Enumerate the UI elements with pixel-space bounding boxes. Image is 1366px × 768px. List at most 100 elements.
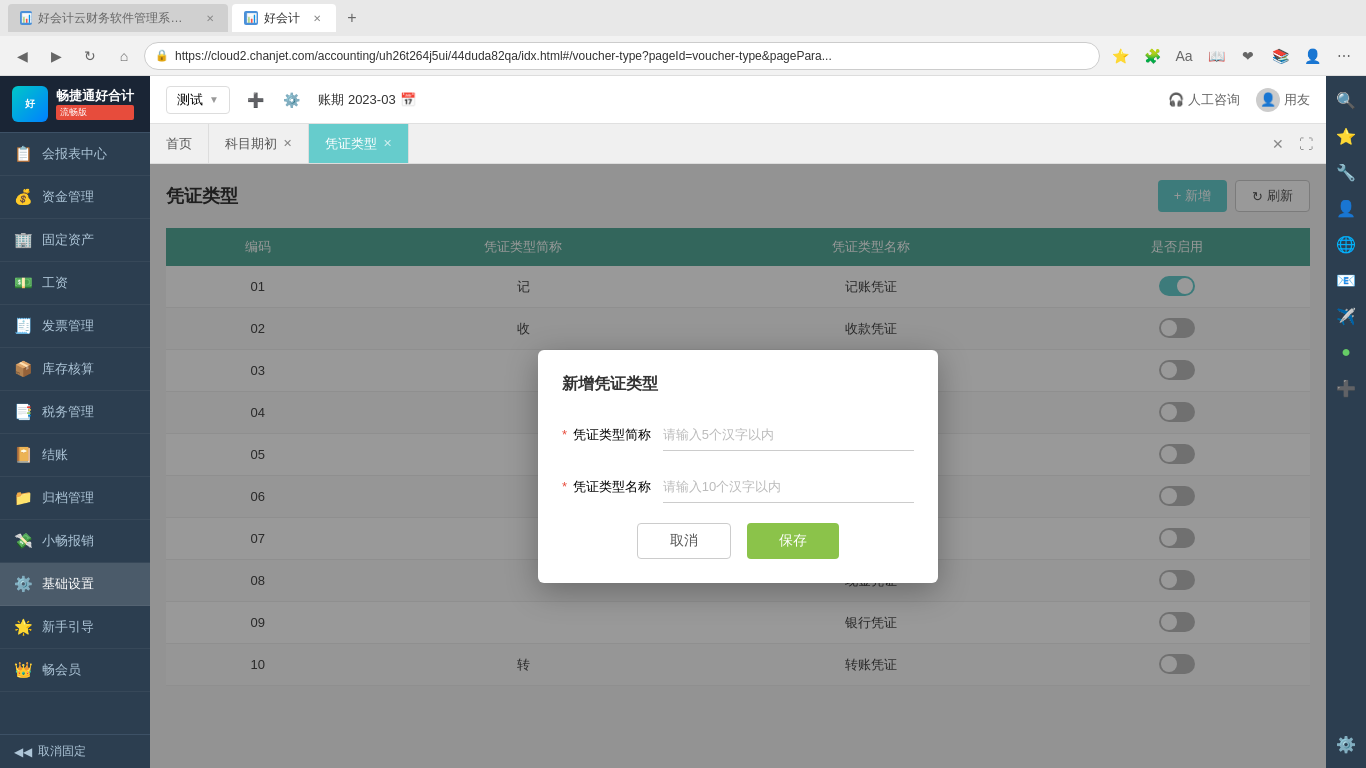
sidebar-item-guide[interactable]: 🌟 新手引导 — [0, 606, 150, 649]
right-green-icon[interactable]: ● — [1330, 336, 1362, 368]
dashboard-icon: 📋 — [14, 145, 32, 163]
sidebar-item-tax[interactable]: 📑 税务管理 — [0, 391, 150, 434]
page-content: 凭证类型 + 新增 ↻ 刷新 编码 凭证类型简称 凭证类型名称 是否启用 — [150, 164, 1326, 768]
sidebar-label-salary: 工资 — [42, 274, 68, 292]
forward-button[interactable]: ▶ — [42, 42, 70, 70]
abbr-label: * 凭证类型简称 — [562, 426, 651, 444]
sidebar-item-salary[interactable]: 💵 工资 — [0, 262, 150, 305]
sidebar-item-dashboard[interactable]: 📋 会报表中心 — [0, 133, 150, 176]
sidebar-label-guide: 新手引导 — [42, 618, 94, 636]
home-button[interactable]: ⌂ — [110, 42, 138, 70]
sidebar-label-dashboard: 会报表中心 — [42, 145, 107, 163]
name-required-star: * — [562, 479, 567, 494]
tab-icon-2: 📊 — [244, 11, 258, 25]
abbr-required-star: * — [562, 427, 567, 442]
archive-icon: 📁 — [14, 489, 32, 507]
sidebar-label-invoice: 发票管理 — [42, 317, 94, 335]
sidebar-item-inventory[interactable]: 📦 库存核算 — [0, 348, 150, 391]
salary-icon: 💵 — [14, 274, 32, 292]
more-icon[interactable]: ⋯ — [1330, 42, 1358, 70]
tax-icon: 📑 — [14, 403, 32, 421]
sidebar-item-assets[interactable]: 🏢 固定资产 — [0, 219, 150, 262]
browser-tab-1[interactable]: 📊 好会计云财务软件管理系统_会计 ✕ — [8, 4, 228, 32]
company-arrow-icon: ▼ — [209, 94, 219, 105]
tab-expand-actions: ✕ ⛶ — [1258, 132, 1326, 156]
right-user-icon[interactable]: 👤 — [1330, 192, 1362, 224]
sidebar-item-archive[interactable]: 📁 归档管理 — [0, 477, 150, 520]
right-search-icon[interactable]: 🔍 — [1330, 84, 1362, 116]
extension-icon[interactable]: 🧩 — [1138, 42, 1166, 70]
member-icon: 👑 — [14, 661, 32, 679]
tab-subject-close[interactable]: ✕ — [283, 137, 292, 150]
sidebar-label-assets: 固定资产 — [42, 231, 94, 249]
settings-icon: ⚙️ — [14, 575, 32, 593]
add-company-button[interactable]: ➕ — [242, 86, 270, 114]
period-value: 2023-03 — [348, 92, 396, 107]
modal-title: 新增凭证类型 — [562, 374, 914, 395]
modal-overlay: 新增凭证类型 * 凭证类型简称 * 凭证类型名称 — [150, 164, 1326, 768]
tab-bar: 📊 好会计云财务软件管理系统_会计 ✕ 📊 好会计 ✕ + — [0, 0, 1366, 36]
abbr-input[interactable] — [663, 419, 914, 451]
collections-icon[interactable]: 📚 — [1266, 42, 1294, 70]
sidebar-item-finance[interactable]: 💰 资金管理 — [0, 176, 150, 219]
logo-icon: 好 — [12, 86, 48, 122]
tab-subject[interactable]: 科目期初 ✕ — [209, 124, 309, 164]
browser-chrome: 📊 好会计云财务软件管理系统_会计 ✕ 📊 好会计 ✕ + ◀ ▶ ↻ ⌂ 🔒 … — [0, 0, 1366, 76]
sidebar-item-member[interactable]: 👑 畅会员 — [0, 649, 150, 692]
profile-icon[interactable]: 👤 — [1298, 42, 1326, 70]
sidebar-logo: 好 畅捷通好合计 流畅版 — [0, 76, 150, 133]
url-text: https://cloud2.chanjet.com/accounting/uh… — [175, 49, 1089, 63]
cancel-button[interactable]: 取消 — [637, 523, 731, 559]
tab-voucher-label: 凭证类型 — [325, 135, 377, 153]
back-button[interactable]: ◀ — [8, 42, 36, 70]
unpin-sidebar-button[interactable]: ◀◀ 取消固定 — [0, 734, 150, 768]
tab-voucher-close[interactable]: ✕ — [383, 137, 392, 150]
tab-label-1: 好会计云财务软件管理系统_会计 — [38, 10, 193, 27]
new-tab-button[interactable]: + — [340, 6, 364, 30]
inventory-icon: 📦 — [14, 360, 32, 378]
right-star-icon[interactable]: ⭐ — [1330, 120, 1362, 152]
guide-icon: 🌟 — [14, 618, 32, 636]
save-button[interactable]: 保存 — [747, 523, 839, 559]
logo-badge: 流畅版 — [56, 105, 134, 120]
consult-button[interactable]: 🎧 人工咨询 — [1168, 91, 1240, 109]
tab-voucher-type[interactable]: 凭证类型 ✕ — [309, 124, 409, 164]
url-bar[interactable]: 🔒 https://cloud2.chanjet.com/accounting/… — [144, 42, 1100, 70]
refresh-button[interactable]: ↻ — [76, 42, 104, 70]
name-input[interactable] — [663, 471, 914, 503]
tab-icon-1: 📊 — [20, 11, 32, 25]
sidebar-label-member: 畅会员 — [42, 661, 81, 679]
unpin-label: 取消固定 — [38, 743, 86, 760]
finance-icon: 💰 — [14, 188, 32, 206]
reader-icon[interactable]: 📖 — [1202, 42, 1230, 70]
right-send-icon[interactable]: ✈️ — [1330, 300, 1362, 332]
consult-label: 人工咨询 — [1188, 91, 1240, 109]
tab-close-2[interactable]: ✕ — [310, 11, 324, 25]
right-tools-icon[interactable]: 🔧 — [1330, 156, 1362, 188]
right-globe-icon[interactable]: 🌐 — [1330, 228, 1362, 260]
tab-close-1[interactable]: ✕ — [204, 11, 216, 25]
right-settings-icon[interactable]: ⚙️ — [1330, 728, 1362, 760]
translate-icon[interactable]: Aa — [1170, 42, 1198, 70]
minimize-panel-icon[interactable]: ✕ — [1266, 132, 1290, 156]
sidebar-label-tax: 税务管理 — [42, 403, 94, 421]
sidebar: 好 畅捷通好合计 流畅版 📋 会报表中心 💰 资金管理 🏢 固定资产 💵 工资 … — [0, 76, 150, 768]
app-header: 测试 ▼ ➕ ⚙️ 账期 2023-03 📅 🎧 人工咨询 👤 — [150, 76, 1326, 124]
tab-home[interactable]: 首页 — [150, 124, 209, 164]
browser-toolbar: ◀ ▶ ↻ ⌂ 🔒 https://cloud2.chanjet.com/acc… — [0, 36, 1366, 76]
sidebar-item-invoice[interactable]: 🧾 发票管理 — [0, 305, 150, 348]
company-selector[interactable]: 测试 ▼ — [166, 86, 230, 114]
sidebar-item-expense[interactable]: 💸 小畅报销 — [0, 520, 150, 563]
sidebar-item-settle[interactable]: 📔 结账 — [0, 434, 150, 477]
bookmark-icon[interactable]: ⭐ — [1106, 42, 1134, 70]
browser-tab-2[interactable]: 📊 好会计 ✕ — [232, 4, 336, 32]
right-mail-icon[interactable]: 📧 — [1330, 264, 1362, 296]
sidebar-item-settings[interactable]: ⚙️ 基础设置 — [0, 563, 150, 606]
maximize-panel-icon[interactable]: ⛶ — [1294, 132, 1318, 156]
favorites-icon[interactable]: ❤ — [1234, 42, 1262, 70]
user-menu-button[interactable]: 👤 用友 — [1256, 88, 1310, 112]
app-container: 好 畅捷通好合计 流畅版 📋 会报表中心 💰 资金管理 🏢 固定资产 💵 工资 … — [0, 76, 1366, 768]
main-content: 测试 ▼ ➕ ⚙️ 账期 2023-03 📅 🎧 人工咨询 👤 — [150, 76, 1326, 768]
settings-header-button[interactable]: ⚙️ — [278, 86, 306, 114]
right-add-icon[interactable]: ➕ — [1330, 372, 1362, 404]
